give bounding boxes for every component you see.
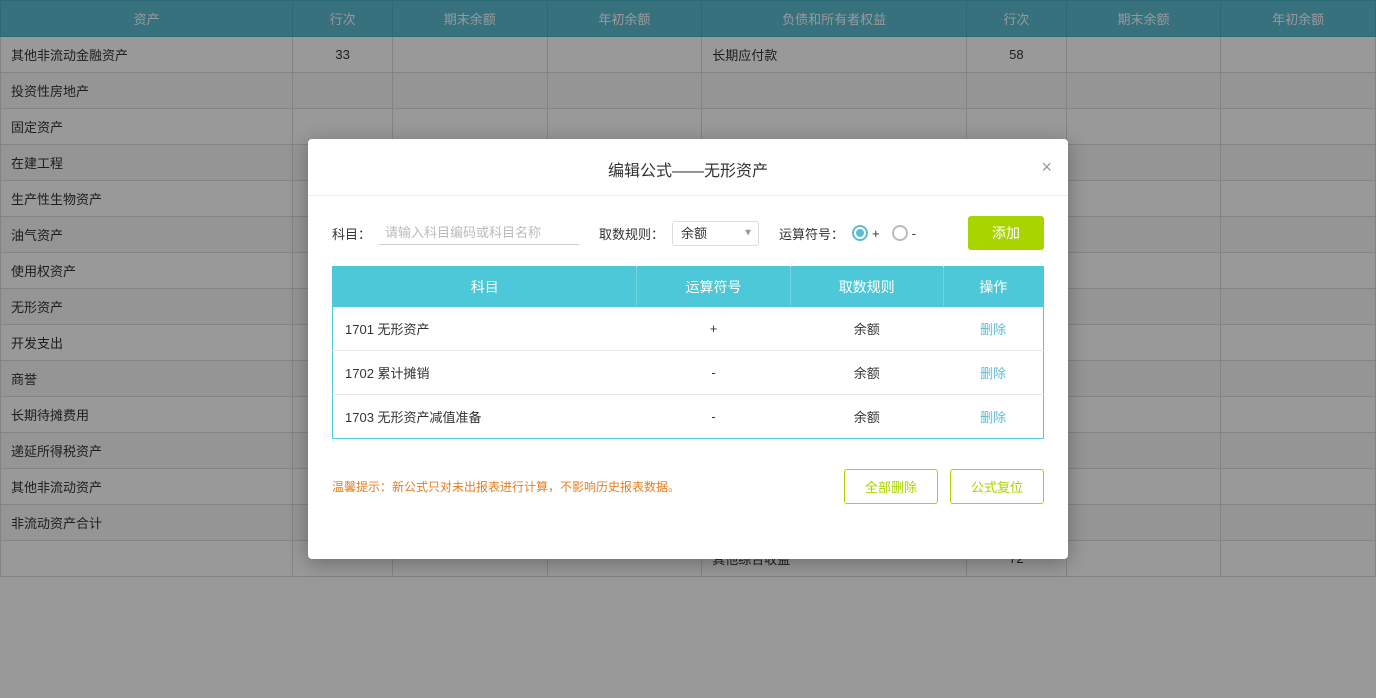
- subject-label: 科目：: [332, 224, 371, 243]
- row-operator: -: [637, 351, 790, 395]
- row-subject: 1701 无形资产: [333, 307, 637, 351]
- col-action: 操作: [943, 267, 1043, 308]
- operator-minus-label: -: [912, 226, 916, 241]
- modal-overlay: 编辑公式——无形资产 × 科目： 取数规则： 余额 借方 贷方 期末余额 ▼: [0, 0, 1376, 698]
- row-rule: 余额: [790, 351, 943, 395]
- footer-buttons: 全部删除 公式复位: [844, 469, 1044, 504]
- table-header-row: 科目 运算符号 取数规则 操作: [333, 267, 1044, 308]
- col-rule: 取数规则: [790, 267, 943, 308]
- rule-select-wrapper: 余额 借方 贷方 期末余额 ▼: [672, 221, 759, 246]
- formula-table-area: 科目 运算符号 取数规则 操作 1701 无形资产+余额删除1702 累计摊销-…: [308, 266, 1068, 455]
- col-subject: 科目: [333, 267, 637, 308]
- radio-minus-circle: [892, 225, 908, 241]
- modal-title: 编辑公式——无形资产: [608, 157, 768, 181]
- row-operator: +: [637, 307, 790, 351]
- table-row: 1701 无形资产+余额 删除: [333, 307, 1044, 351]
- operator-radio-group: + -: [852, 225, 916, 241]
- add-button[interactable]: 添加: [968, 216, 1044, 250]
- row-subject: 1702 累计摊销: [333, 351, 637, 395]
- row-action: 删除: [943, 395, 1043, 439]
- row-operator: -: [637, 395, 790, 439]
- row-action: 删除: [943, 307, 1043, 351]
- row-action: 删除: [943, 351, 1043, 395]
- formula-table: 科目 运算符号 取数规则 操作 1701 无形资产+余额删除1702 累计摊销-…: [332, 266, 1044, 439]
- operator-plus-label: +: [872, 226, 880, 241]
- delete-row-button[interactable]: 删除: [980, 366, 1006, 381]
- footer-hint: 温馨提示：新公式只对未出报表进行计算，不影响历史报表数据。: [332, 478, 680, 495]
- reset-formula-button[interactable]: 公式复位: [950, 469, 1044, 504]
- subject-group: 科目：: [332, 221, 579, 245]
- operator-plus-radio[interactable]: +: [852, 225, 880, 241]
- edit-formula-modal: 编辑公式——无形资产 × 科目： 取数规则： 余额 借方 贷方 期末余额 ▼: [308, 139, 1068, 559]
- modal-close-button[interactable]: ×: [1041, 158, 1052, 176]
- delete-row-button[interactable]: 删除: [980, 322, 1006, 337]
- rule-label: 取数规则：: [599, 224, 664, 243]
- modal-header: 编辑公式——无形资产 ×: [308, 139, 1068, 196]
- formula-form-row: 科目： 取数规则： 余额 借方 贷方 期末余额 ▼ 运算符号：: [308, 196, 1068, 266]
- row-rule: 余额: [790, 307, 943, 351]
- table-row: 1702 累计摊销-余额 删除: [333, 351, 1044, 395]
- operator-minus-radio[interactable]: -: [892, 225, 916, 241]
- rule-group: 取数规则： 余额 借方 贷方 期末余额 ▼: [599, 221, 759, 246]
- rule-select[interactable]: 余额 借方 贷方 期末余额: [672, 221, 759, 246]
- subject-input[interactable]: [379, 221, 579, 245]
- delete-all-button[interactable]: 全部删除: [844, 469, 938, 504]
- row-subject: 1703 无形资产减值准备: [333, 395, 637, 439]
- table-row: 1703 无形资产减值准备-余额 删除: [333, 395, 1044, 439]
- radio-plus-circle: [852, 225, 868, 241]
- operator-label: 运算符号：: [779, 224, 844, 243]
- col-operator: 运算符号: [637, 267, 790, 308]
- row-rule: 余额: [790, 395, 943, 439]
- operator-group: 运算符号： + -: [779, 224, 916, 243]
- modal-footer: 温馨提示：新公式只对未出报表进行计算，不影响历史报表数据。 全部删除 公式复位: [308, 455, 1068, 524]
- delete-row-button[interactable]: 删除: [980, 410, 1006, 425]
